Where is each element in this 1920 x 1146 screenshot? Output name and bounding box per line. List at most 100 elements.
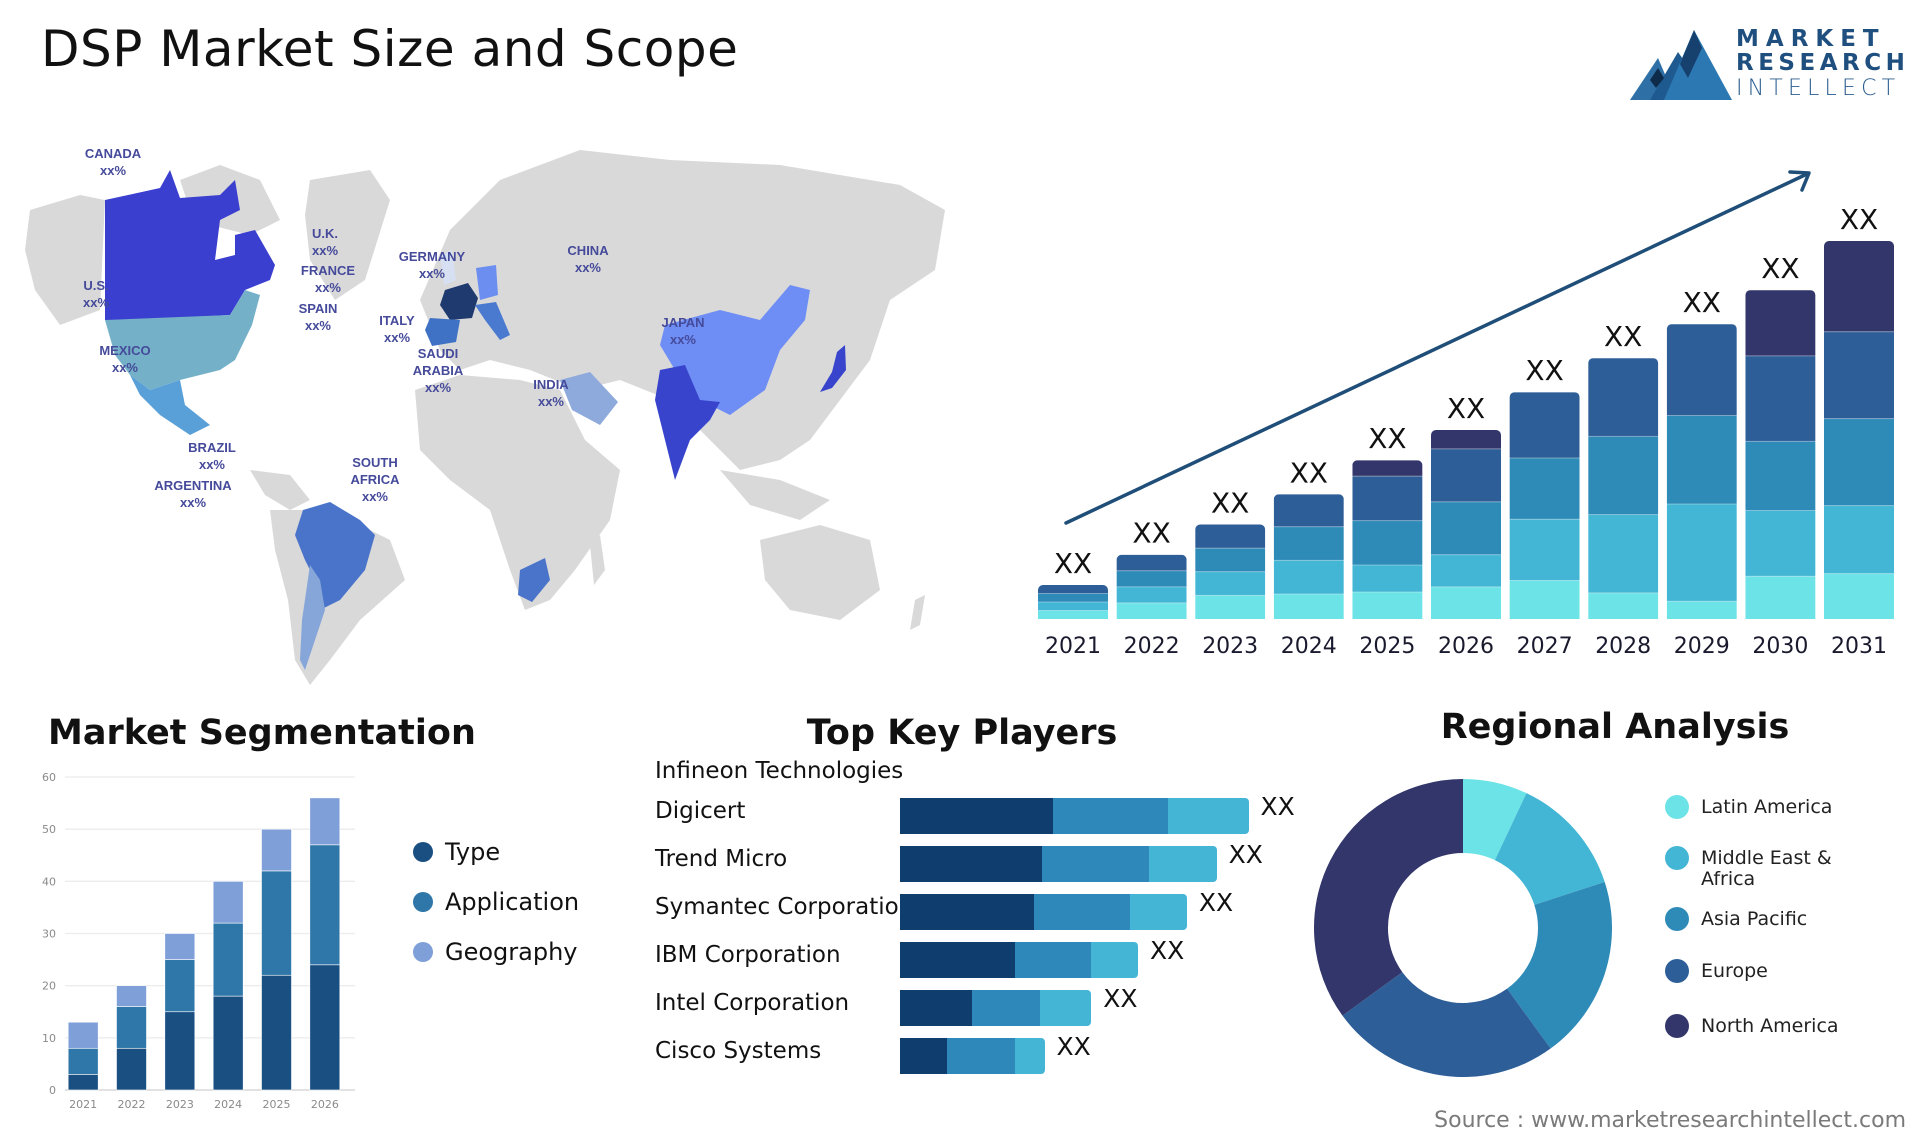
key-player-name: Trend Micro [655,846,788,872]
key-player-bar-segment [946,1038,1015,1074]
x-tick-label: 2024 [214,1098,242,1111]
x-tick-label: 2021 [1045,634,1101,659]
x-tick-label: 2021 [69,1098,97,1111]
map-label-value: xx% [361,489,389,504]
map-label-name: ARABIA [412,363,464,378]
key-player-bar-segment [900,1038,947,1074]
x-tick-label: 2026 [311,1098,339,1111]
legend-dot-icon [1665,846,1689,870]
seg-bar-2023: 2023 [164,933,196,1111]
map-label-name: SOUTH [352,455,398,470]
bar-value-label: XX [1604,320,1642,353]
map-label-value: xx% [383,330,411,345]
key-player-bar-segment [1042,846,1149,882]
seg-bar-segment-geography [261,828,292,872]
market-size-chart: XX 2021 XX 2022 XX 2023 XX 2024 XX 2025 XX 2026 XX 20… [1020,150,1920,670]
seg-bar-segment-type [164,1011,196,1091]
map-label-name: GERMANY [398,249,466,264]
map-label-italy: ITALY xx% [379,312,414,346]
country-spain [425,318,460,346]
seg-bar-segment-application [309,844,341,966]
bar-segment [1509,392,1580,458]
bar-segment [1666,415,1737,505]
key-player-name: Cisco Systems [655,1038,822,1064]
bar-segment [1509,457,1580,520]
map-label-value: xx% [418,266,446,281]
bar-segment [1824,418,1894,506]
bar-2031: XX 2031 [1824,203,1894,659]
seg-bar-segment-geography [164,933,196,960]
bar-segment [1588,514,1659,593]
seg-bar-2025: 2025 [261,828,292,1111]
map-label-name: ARGENTINA [154,478,232,493]
map-label-name: MEXICO [99,343,151,358]
bar-segment [1352,592,1423,619]
map-label-canada: CANADA xx% [85,145,141,179]
seg-bar-segment-type [116,1047,147,1091]
market-segmentation-title: Market Segmentation [48,713,476,753]
legend-item-application: Application [413,888,579,916]
map-label-name: JAPAN [661,315,705,330]
map-label-name: INDIA [533,377,569,392]
key-player-value-label: XX [1198,888,1234,917]
bar-2022: XX 2022 [1116,517,1187,659]
map-label-value: xx% [314,280,342,295]
seg-bar-segment-application [212,922,244,997]
seg-bar-segment-application [116,1006,147,1049]
bar-2026: XX 2026 [1431,392,1501,659]
legend-label: Latin America [1701,796,1833,818]
map-label-saudi-arabia: SAUDI ARABIA xx% [413,345,464,396]
bar-segment [1824,505,1894,574]
legend-item-type: Type [413,838,500,866]
key-player-bar [900,894,1187,930]
map-label-value: xx% [537,394,565,409]
bar-segment [1745,576,1816,619]
map-label-brazil: BRAZIL xx% [188,439,236,473]
map-label-name: FRANCE [300,263,356,278]
legend-dot-icon [1665,1014,1689,1038]
bar-segment [1352,476,1423,521]
bar-segment [1824,241,1894,332]
map-label-india: INDIA xx% [533,376,568,410]
legend-item-middle-east-africa: Middle East & Africa [1665,846,1832,890]
key-player-row: Cisco Systems XX [640,1032,1320,1078]
key-player-bar-segment [900,942,1015,978]
bar-2027: XX 2027 [1509,354,1580,659]
key-player-row: IBM Corporation XX [640,936,1320,982]
seg-bar-segment-application [67,1047,99,1075]
bar-segment [1116,554,1187,571]
market-segmentation-chart-svg: 0 10 20 30 40 50 60 2021 2022 2023 2024 2025 2026 [42,771,355,1111]
legend-dot-icon [1665,959,1689,983]
bar-segment [1824,573,1894,619]
legend-item-europe: Europe [1665,959,1768,983]
x-tick-label: 2027 [1517,634,1573,659]
x-tick-label: 2022 [1124,634,1180,659]
legend-item-asia-pacific: Asia Pacific [1665,907,1807,931]
bar-value-label: XX [1290,456,1328,489]
legend-dot-icon [1665,795,1689,819]
land-se-asia [720,470,830,520]
map-label-value: xx% [669,332,697,347]
bar-segment [1352,565,1423,593]
seg-bar-segment-type [67,1074,99,1091]
seg-bar-2026: 2026 [309,797,341,1111]
key-player-value-label: XX [1260,792,1295,821]
regional-analysis-donut [1300,760,1640,1100]
key-player-bar-segment [900,798,1053,834]
key-player-row: Intel Corporation XX [640,984,1320,1030]
key-player-header-label: Infineon Technologies [655,758,904,784]
y-tick-label: 30 [42,928,56,941]
land-new-zealand [910,595,925,630]
x-tick-label: 2026 [1438,634,1494,659]
land-central-america [250,470,310,510]
x-tick-label: 2022 [118,1098,146,1111]
x-tick-label: 2023 [166,1098,194,1111]
x-tick-label: 2029 [1674,634,1730,659]
seg-bar-segment-application [261,870,292,976]
legend-item-latin-america: Latin America [1665,795,1833,819]
map-label-value: xx% [99,163,127,178]
bar-segment [1431,586,1501,619]
legend-dot-icon [413,892,433,912]
bar-segment [1431,554,1501,587]
bar-segment [1588,592,1659,619]
